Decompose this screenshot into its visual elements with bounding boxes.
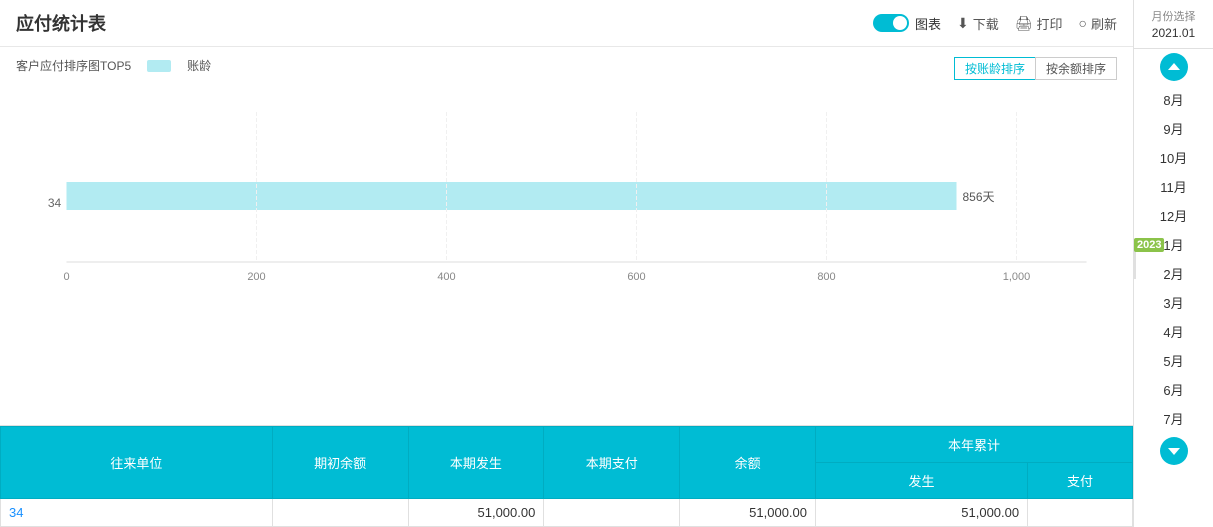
col-ytd-occur-header: 发生 [816, 463, 1028, 499]
sidebar-year-label: 月份选择 [1138, 8, 1209, 24]
col-period-begin-header: 期初余额 [272, 427, 408, 499]
sidebar-header: 月份选择 2021.01 [1134, 0, 1213, 49]
sidebar-current-date: 2021.01 [1138, 24, 1209, 44]
sort-by-age-button[interactable]: 按账龄排序 [954, 57, 1035, 80]
month-item-9[interactable]: 9月 [1134, 114, 1213, 143]
col-ytd-group-header: 本年累计 [816, 427, 1133, 463]
svg-text:200: 200 [247, 271, 265, 283]
month-sidebar: 月份选择 2021.01 8月 9月 10月 11月 12月 2023 1月 2… [1133, 0, 1213, 527]
chart-legend: 客户应付排序图TOP5 账龄 [16, 57, 1117, 74]
chevron-up-icon [1167, 60, 1181, 74]
bar-rect [67, 182, 957, 210]
month-item-1[interactable]: 2023 1月 [1134, 230, 1213, 259]
download-button[interactable]: ⬇ 下载 [957, 14, 999, 33]
month-item-11[interactable]: 11月 [1134, 172, 1213, 201]
balance-cell: 51,000.00 [680, 499, 816, 527]
month-item-10[interactable]: 10月 [1134, 143, 1213, 172]
chart-toggle-label: 图表 [915, 14, 941, 33]
current-occur-cell: 51,000.00 [408, 499, 544, 527]
chart-area: 客户应付排序图TOP5 账龄 按账龄排序 按余额排序 34 856天 0 200 [0, 47, 1133, 425]
svg-text:600: 600 [627, 271, 645, 283]
bar-chart: 34 856天 0 200 400 600 800 1,000 [16, 82, 1117, 322]
col-current-pay-header: 本期支付 [544, 427, 680, 499]
data-table: 往来单位 期初余额 本期发生 本期支付 余额 本年累计 发生 支付 34 51,… [0, 426, 1133, 527]
refresh-icon: ○ [1079, 15, 1087, 31]
download-icon: ⬇ [957, 15, 969, 32]
ytd-pay-cell [1028, 499, 1133, 527]
legend-label-1: 客户应付排序图TOP5 [16, 57, 131, 74]
month-item-4[interactable]: 4月 [1134, 317, 1213, 346]
legend-label-2: 账龄 [187, 57, 211, 74]
svg-text:400: 400 [437, 271, 455, 283]
legend-box [147, 60, 171, 72]
year-badge-2023: 2023 [1134, 238, 1164, 252]
col-balance-header: 余额 [680, 427, 816, 499]
ytd-occur-cell: 51,000.00 [816, 499, 1028, 527]
print-icon: 🖨 [1015, 15, 1033, 32]
header-actions: 图表 ⬇ 下载 🖨 打印 ○ 刷新 [873, 14, 1117, 33]
period-begin-cell [272, 499, 408, 527]
sidebar-down-arrow[interactable] [1160, 437, 1188, 465]
svg-text:856天: 856天 [963, 190, 995, 204]
chart-container: 34 856天 0 200 400 600 800 1,000 [16, 82, 1117, 332]
page-header: 应付统计表 图表 ⬇ 下载 🖨 打印 ○ 刷新 [0, 0, 1133, 47]
refresh-button[interactable]: ○ 刷新 [1079, 14, 1117, 33]
col-unit-header: 往来单位 [1, 427, 273, 499]
table-row: 34 51,000.00 51,000.00 51,000.00 [1, 499, 1133, 527]
col-ytd-pay-header: 支付 [1028, 463, 1133, 499]
col-current-occur-header: 本期发生 [408, 427, 544, 499]
month-item-5[interactable]: 5月 [1134, 346, 1213, 375]
svg-text:34: 34 [48, 196, 62, 210]
month-item-12[interactable]: 12月 [1134, 201, 1213, 230]
svg-text:0: 0 [63, 271, 69, 283]
sort-by-balance-button[interactable]: 按余额排序 [1035, 57, 1117, 80]
chart-toggle-wrap: 图表 [873, 14, 941, 33]
month-item-7[interactable]: 7月 [1134, 404, 1213, 433]
sidebar-nav: 8月 9月 10月 11月 12月 2023 1月 2月 3月 4月 5月 6月… [1134, 49, 1213, 469]
print-button[interactable]: 🖨 打印 [1015, 14, 1063, 33]
svg-text:1,000: 1,000 [1003, 271, 1031, 283]
chart-toggle[interactable] [873, 14, 909, 32]
data-table-wrap: 往来单位 期初余额 本期发生 本期支付 余额 本年累计 发生 支付 34 51,… [0, 425, 1133, 527]
current-pay-cell [544, 499, 680, 527]
month-item-3[interactable]: 3月 [1134, 288, 1213, 317]
sidebar-up-arrow[interactable] [1160, 53, 1188, 81]
month-list: 8月 9月 10月 11月 12月 2023 1月 2月 3月 4月 5月 6月… [1134, 85, 1213, 433]
page-title: 应付统计表 [16, 10, 873, 36]
month-item-8[interactable]: 8月 [1134, 85, 1213, 114]
month-item-6[interactable]: 6月 [1134, 375, 1213, 404]
svg-text:800: 800 [817, 271, 835, 283]
sort-buttons: 按账龄排序 按余额排序 [954, 57, 1117, 80]
month-item-2[interactable]: 2月 [1134, 259, 1213, 288]
chevron-down-icon [1167, 444, 1181, 458]
unit-cell[interactable]: 34 [1, 499, 273, 527]
